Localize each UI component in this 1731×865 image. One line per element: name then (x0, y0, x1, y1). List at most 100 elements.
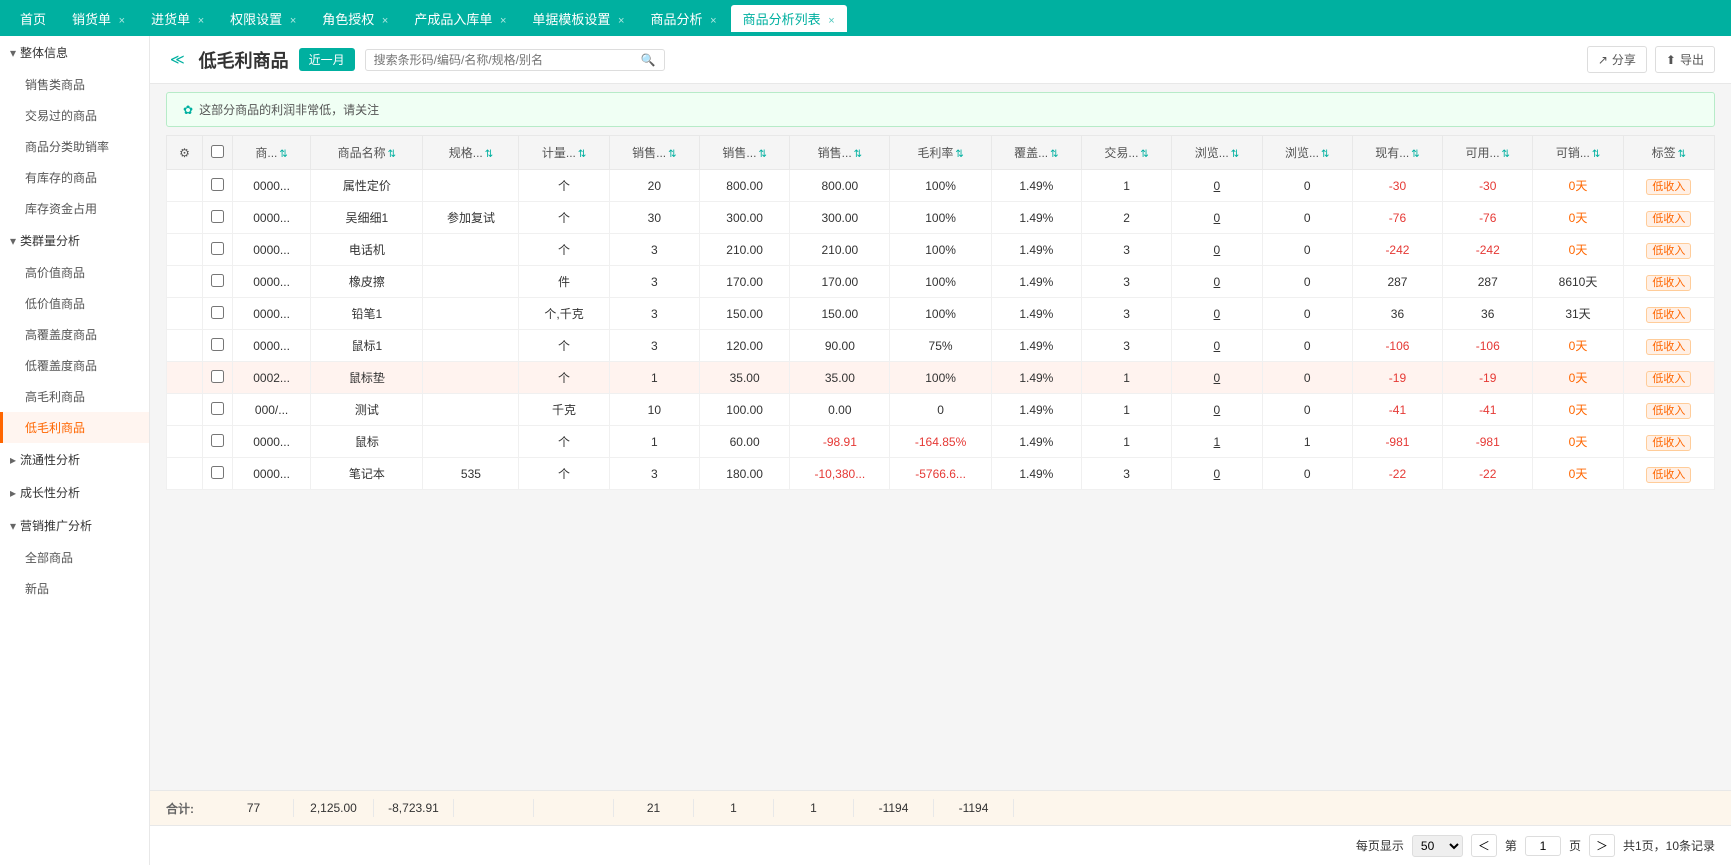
col-settings[interactable]: ⚙ (167, 136, 203, 170)
export-button[interactable]: ⬆ 导出 (1655, 46, 1715, 73)
row-checkbox[interactable] (211, 242, 224, 255)
cell-view1[interactable]: 0 (1172, 458, 1262, 490)
cell-view1[interactable]: 1 (1172, 426, 1262, 458)
cell-checkbox[interactable] (203, 362, 233, 394)
prev-page-button[interactable]: ＜ (1471, 834, 1497, 857)
close-icon[interactable]: × (618, 15, 624, 27)
row-checkbox[interactable] (211, 434, 224, 447)
col-coverage[interactable]: 覆盖...⇅ (991, 136, 1081, 170)
cell-checkbox[interactable] (203, 234, 233, 266)
col-spec[interactable]: 规格...⇅ (423, 136, 519, 170)
row-checkbox[interactable] (211, 466, 224, 479)
col-available-stock[interactable]: 可用...⇅ (1443, 136, 1533, 170)
row-checkbox[interactable] (211, 274, 224, 287)
table-container[interactable]: ⚙ 商...⇅ 商品名称⇅ 规格...⇅ 计量...⇅ 销售...⇅ 销售...… (150, 135, 1731, 790)
close-icon[interactable]: × (382, 15, 388, 27)
close-icon[interactable]: × (828, 15, 834, 27)
nav-item-purchase[interactable]: 进货单 × (139, 5, 216, 32)
nav-item-roles[interactable]: 角色授权 × (310, 5, 400, 32)
cell-checkbox[interactable] (203, 426, 233, 458)
sidebar-item-high-margin[interactable]: 高毛利商品 (0, 381, 149, 412)
nav-item-templates[interactable]: 单据模板设置 × (520, 5, 636, 32)
cell-checkbox[interactable] (203, 266, 233, 298)
row-checkbox[interactable] (211, 306, 224, 319)
close-icon[interactable]: × (290, 15, 296, 27)
row-checkbox[interactable] (211, 370, 224, 383)
search-input[interactable] (374, 53, 641, 67)
cell-coverage: 1.49% (991, 426, 1081, 458)
sidebar-item-traded-goods[interactable]: 交易过的商品 (0, 100, 149, 131)
row-checkbox[interactable] (211, 402, 224, 415)
sidebar-item-low-value[interactable]: 低价值商品 (0, 288, 149, 319)
sidebar-group-liquidity[interactable]: ▸ 流通性分析 (0, 443, 149, 476)
nav-item-products[interactable]: 产成品入库单 × (402, 5, 518, 32)
close-icon[interactable]: × (500, 15, 506, 27)
search-icon[interactable]: 🔍 (641, 53, 656, 67)
col-name[interactable]: 商品名称⇅ (311, 136, 423, 170)
sidebar-item-low-margin[interactable]: 低毛利商品 (0, 412, 149, 443)
col-unit[interactable]: 计量...⇅ (519, 136, 609, 170)
sidebar-item-stocked-goods[interactable]: 有库存的商品 (0, 162, 149, 193)
cell-checkbox[interactable] (203, 330, 233, 362)
close-icon[interactable]: × (710, 15, 716, 27)
col-sales-price[interactable]: 销售...⇅ (699, 136, 789, 170)
cell-settings (167, 458, 203, 490)
cell-checkbox[interactable] (203, 298, 233, 330)
per-page-select[interactable]: 50 20 100 (1412, 835, 1463, 857)
cell-view1[interactable]: 0 (1172, 234, 1262, 266)
sidebar-item-category-rate[interactable]: 商品分类助销率 (0, 131, 149, 162)
sidebar-item-new-goods[interactable]: 新品 (0, 573, 149, 604)
nav-item-analysis[interactable]: 商品分析 × (638, 5, 728, 32)
next-page-button[interactable]: ＞ (1589, 834, 1615, 857)
col-sellable-days[interactable]: 可销...⇅ (1533, 136, 1623, 170)
close-icon[interactable]: × (198, 15, 204, 27)
cell-sales-amount: 210.00 (790, 234, 890, 266)
sidebar-group-marketing[interactable]: ▾ 营销推广分析 (0, 509, 149, 542)
row-checkbox[interactable] (211, 338, 224, 351)
cell-view1[interactable]: 0 (1172, 330, 1262, 362)
col-view2[interactable]: 浏览...⇅ (1262, 136, 1352, 170)
cell-view1[interactable]: 0 (1172, 298, 1262, 330)
nav-item-home[interactable]: 首页 (8, 5, 58, 32)
sidebar-item-all-goods[interactable]: 全部商品 (0, 542, 149, 573)
cell-checkbox[interactable] (203, 202, 233, 234)
col-current-stock[interactable]: 现有...⇅ (1352, 136, 1442, 170)
share-button[interactable]: ↗ 分享 (1587, 46, 1647, 73)
col-sales-qty[interactable]: 销售...⇅ (609, 136, 699, 170)
cell-view1[interactable]: 0 (1172, 266, 1262, 298)
nav-item-analysis-list[interactable]: 商品分析列表 × (731, 5, 847, 32)
cell-view1[interactable]: 0 (1172, 394, 1262, 426)
col-code[interactable]: 商...⇅ (233, 136, 311, 170)
nav-item-sales[interactable]: 销货单 × (60, 5, 137, 32)
page-input[interactable] (1525, 836, 1561, 856)
sidebar-item-capital[interactable]: 库存资金占用 (0, 193, 149, 224)
cell-view1[interactable]: 0 (1172, 202, 1262, 234)
sidebar-item-low-coverage[interactable]: 低覆盖度商品 (0, 350, 149, 381)
sidebar-item-high-value[interactable]: 高价值商品 (0, 257, 149, 288)
cell-view1[interactable]: 0 (1172, 362, 1262, 394)
col-sales-amount[interactable]: 销售...⇅ (790, 136, 890, 170)
sidebar-group-overall[interactable]: ▾ 整体信息 (0, 36, 149, 69)
col-gross-margin[interactable]: 毛利率⇅ (890, 136, 991, 170)
col-view1[interactable]: 浏览...⇅ (1172, 136, 1262, 170)
cell-unit: 件 (519, 266, 609, 298)
nav-item-permissions[interactable]: 权限设置 × (218, 5, 308, 32)
close-icon[interactable]: × (119, 15, 125, 27)
collapse-button[interactable]: ≪ (166, 47, 189, 72)
sidebar-item-sales-goods[interactable]: 销售类商品 (0, 69, 149, 100)
cell-checkbox[interactable] (203, 394, 233, 426)
sidebar-group-growth[interactable]: ▸ 成长性分析 (0, 476, 149, 509)
time-filter-button[interactable]: 近一月 (299, 48, 355, 71)
col-trade[interactable]: 交易...⇅ (1081, 136, 1171, 170)
row-checkbox[interactable] (211, 210, 224, 223)
cell-sales-price: 100.00 (699, 394, 789, 426)
cell-checkbox[interactable] (203, 458, 233, 490)
col-checkbox[interactable] (203, 136, 233, 170)
cell-view1[interactable]: 0 (1172, 170, 1262, 202)
sidebar-item-high-coverage[interactable]: 高覆盖度商品 (0, 319, 149, 350)
sidebar-group-cluster[interactable]: ▾ 类群量分析 (0, 224, 149, 257)
row-checkbox[interactable] (211, 178, 224, 191)
cell-checkbox[interactable] (203, 170, 233, 202)
col-tag[interactable]: 标签⇅ (1623, 136, 1714, 170)
select-all-checkbox[interactable] (211, 145, 224, 158)
